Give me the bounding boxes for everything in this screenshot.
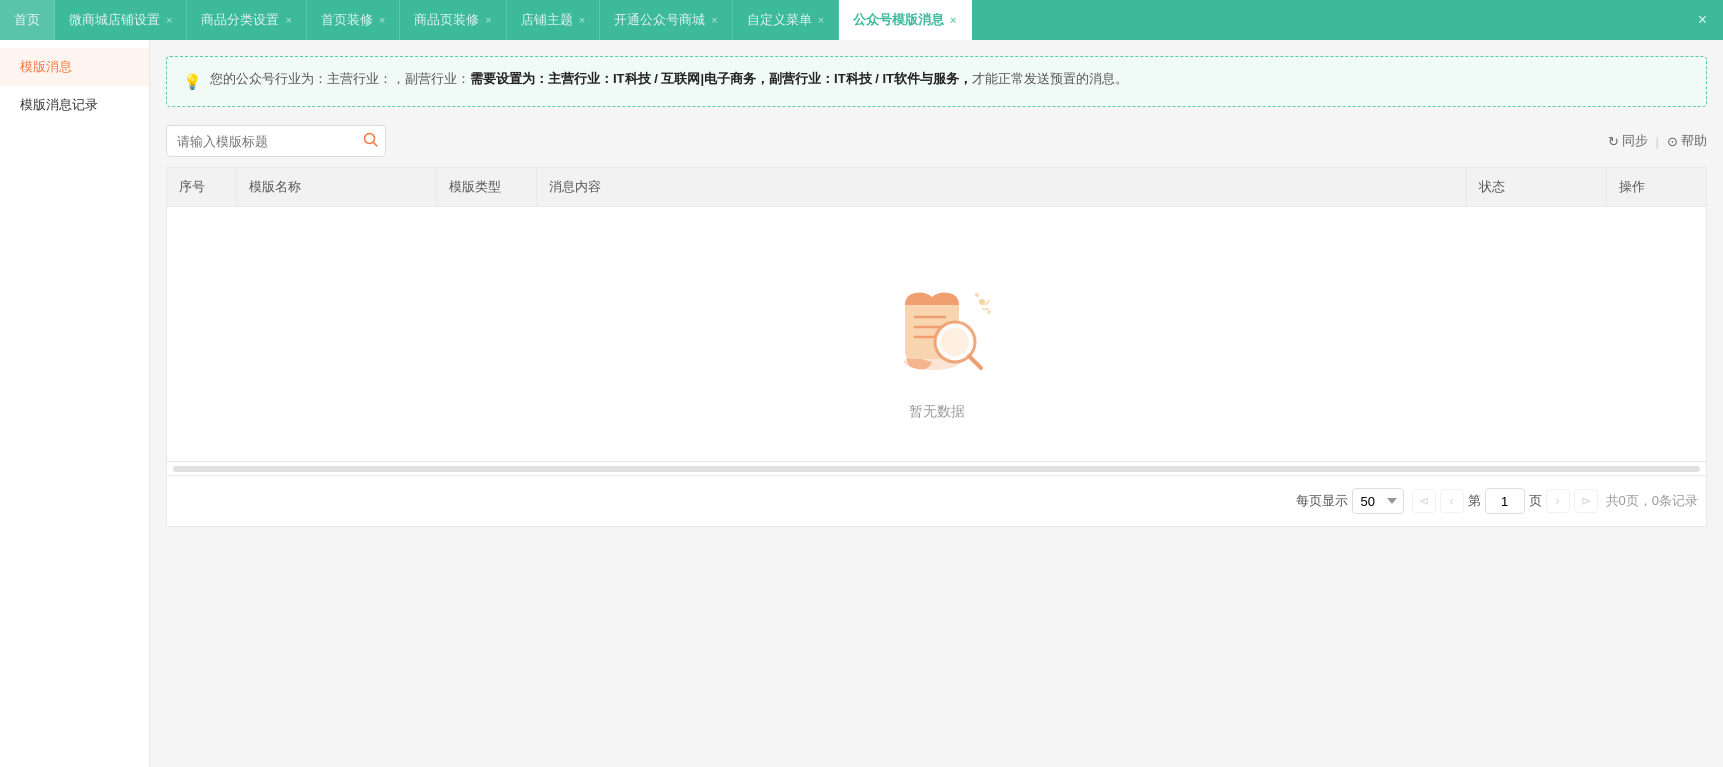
sync-icon: ↻ [1608,134,1619,149]
sidebar-item-template-message-log-label: 模版消息记录 [20,97,98,112]
nav-tab-template-msg-label: 公众号模版消息 [853,11,944,29]
nav-tab-home-decor-close[interactable]: × [379,14,385,26]
notice-box: 💡 您的公众号行业为：主营行业：，副营行业：需要设置为：主营行业：IT科技 / … [166,56,1707,107]
nav-tab-wechat-shop-close[interactable]: × [166,14,172,26]
nav-tab-open-shop-close[interactable]: × [711,14,717,26]
col-header-name: 模版名称 [237,168,437,207]
col-header-content: 消息内容 [537,168,1467,207]
nav-tab-custom-menu-label: 自定义菜单 [747,11,812,29]
page-total-info: 共0页，0条记录 [1606,492,1698,510]
svg-point-11 [987,310,991,314]
nav-tab-home[interactable]: 首页 [0,0,55,40]
nav-tab-shop-theme[interactable]: 店铺主题 × [507,0,600,40]
nav-tab-open-shop-label: 开通公众号商城 [614,11,705,29]
col-header-action: 操作 [1607,168,1707,207]
nav-tab-product-page[interactable]: 商品页装修 × [400,0,506,40]
col-header-status: 状态 [1467,168,1607,207]
page-input[interactable] [1485,488,1525,514]
svg-line-9 [969,356,981,368]
toolbar: ↻ 同步 | ⊙ 帮助 [166,125,1707,157]
search-input[interactable] [166,125,386,157]
notice-prefix: 您的公众号行业为：主营行业：，副营行业： [210,71,470,86]
page-size-select: 每页显示 10 20 50 100 [1296,488,1404,514]
empty-text: 暂无数据 [167,403,1706,421]
search-input-wrap [166,125,386,157]
page-size-label: 每页显示 [1296,492,1348,510]
nav-tab-custom-menu-close[interactable]: × [818,14,824,26]
nav-tab-wechat-shop-label: 微商城店铺设置 [69,11,160,29]
empty-state: 暂无数据 [167,207,1706,461]
svg-point-8 [941,328,969,356]
nav-tab-shop-theme-close[interactable]: × [579,14,585,26]
notice-highlight: 需要设置为：主营行业：IT科技 / 互联网|电子商务，副营行业：IT科技 / I… [470,71,972,86]
page-last-button[interactable]: ⊳ [1574,489,1598,513]
nav-tab-product-category-close[interactable]: × [285,14,291,26]
nav-tab-template-msg-close[interactable]: × [950,14,956,26]
nav-tab-shop-theme-label: 店铺主题 [521,11,573,29]
svg-line-1 [374,143,378,147]
nav-tab-home-decor-label: 首页装修 [321,11,373,29]
notice-text: 您的公众号行业为：主营行业：，副营行业：需要设置为：主营行业：IT科技 / 互联… [210,69,1128,90]
sync-button[interactable]: ↻ 同步 [1608,132,1648,150]
toolbar-right: ↻ 同步 | ⊙ 帮助 [1608,132,1707,150]
content-area: 💡 您的公众号行业为：主营行业：，副营行业：需要设置为：主营行业：IT科技 / … [150,40,1723,767]
nav-tab-product-category-label: 商品分类设置 [201,11,279,29]
svg-line-13 [985,300,990,305]
sidebar-item-template-message-log[interactable]: 模版消息记录 [0,86,149,124]
nav-tab-home-decor[interactable]: 首页装修 × [307,0,400,40]
pagination: 每页显示 10 20 50 100 ⊲ ‹ 第 页 › ⊳ 共0页，0条记录 [166,476,1707,527]
page-prev-button[interactable]: ‹ [1440,489,1464,513]
nav-tab-wechat-shop[interactable]: 微商城店铺设置 × [55,0,187,40]
page-first-button[interactable]: ⊲ [1412,489,1436,513]
data-table: 序号 模版名称 模版类型 消息内容 状态 操作 [166,167,1707,462]
svg-point-10 [979,299,985,305]
sidebar-item-template-message[interactable]: 模版消息 [0,48,149,86]
sync-label: 同步 [1622,132,1648,150]
empty-icon [877,267,997,387]
col-header-type: 模版类型 [437,168,537,207]
nav-tab-template-msg[interactable]: 公众号模版消息 × [839,0,971,40]
top-nav: 首页 微商城店铺设置 × 商品分类设置 × 首页装修 × 商品页装修 × 店铺主… [0,0,1723,40]
sidebar: 模版消息 模版消息记录 [0,40,150,767]
scrollbar-row [166,462,1707,476]
page-word2: 页 [1529,492,1542,510]
page-size-dropdown[interactable]: 10 20 50 100 [1352,488,1404,514]
help-label: 帮助 [1681,132,1707,150]
main-layout: 模版消息 模版消息记录 💡 您的公众号行业为：主营行业：，副营行业：需要设置为：… [0,40,1723,767]
nav-tab-open-shop[interactable]: 开通公众号商城 × [600,0,732,40]
nav-tab-product-page-label: 商品页装修 [414,11,479,29]
page-next-button[interactable]: › [1546,489,1570,513]
scrollbar-track[interactable] [173,466,1700,472]
page-word: 第 [1468,492,1481,510]
nav-tab-product-page-close[interactable]: × [485,14,491,26]
help-button[interactable]: ⊙ 帮助 [1667,132,1707,150]
notice-suffix: 才能正常发送预置的消息。 [972,71,1128,86]
notice-icon: 💡 [183,70,202,94]
col-header-seq: 序号 [167,168,237,207]
nav-tab-product-category[interactable]: 商品分类设置 × [187,0,306,40]
sidebar-item-template-message-label: 模版消息 [20,59,72,74]
nav-tab-home-label: 首页 [14,11,40,29]
toolbar-divider: | [1656,134,1659,149]
nav-tab-custom-menu[interactable]: 自定义菜单 × [733,0,839,40]
nav-close-all-button[interactable]: × [1682,11,1723,29]
help-icon: ⊙ [1667,134,1678,149]
page-nav: ⊲ ‹ 第 页 › ⊳ [1412,488,1598,514]
search-button[interactable] [363,132,378,150]
svg-point-12 [975,293,979,297]
